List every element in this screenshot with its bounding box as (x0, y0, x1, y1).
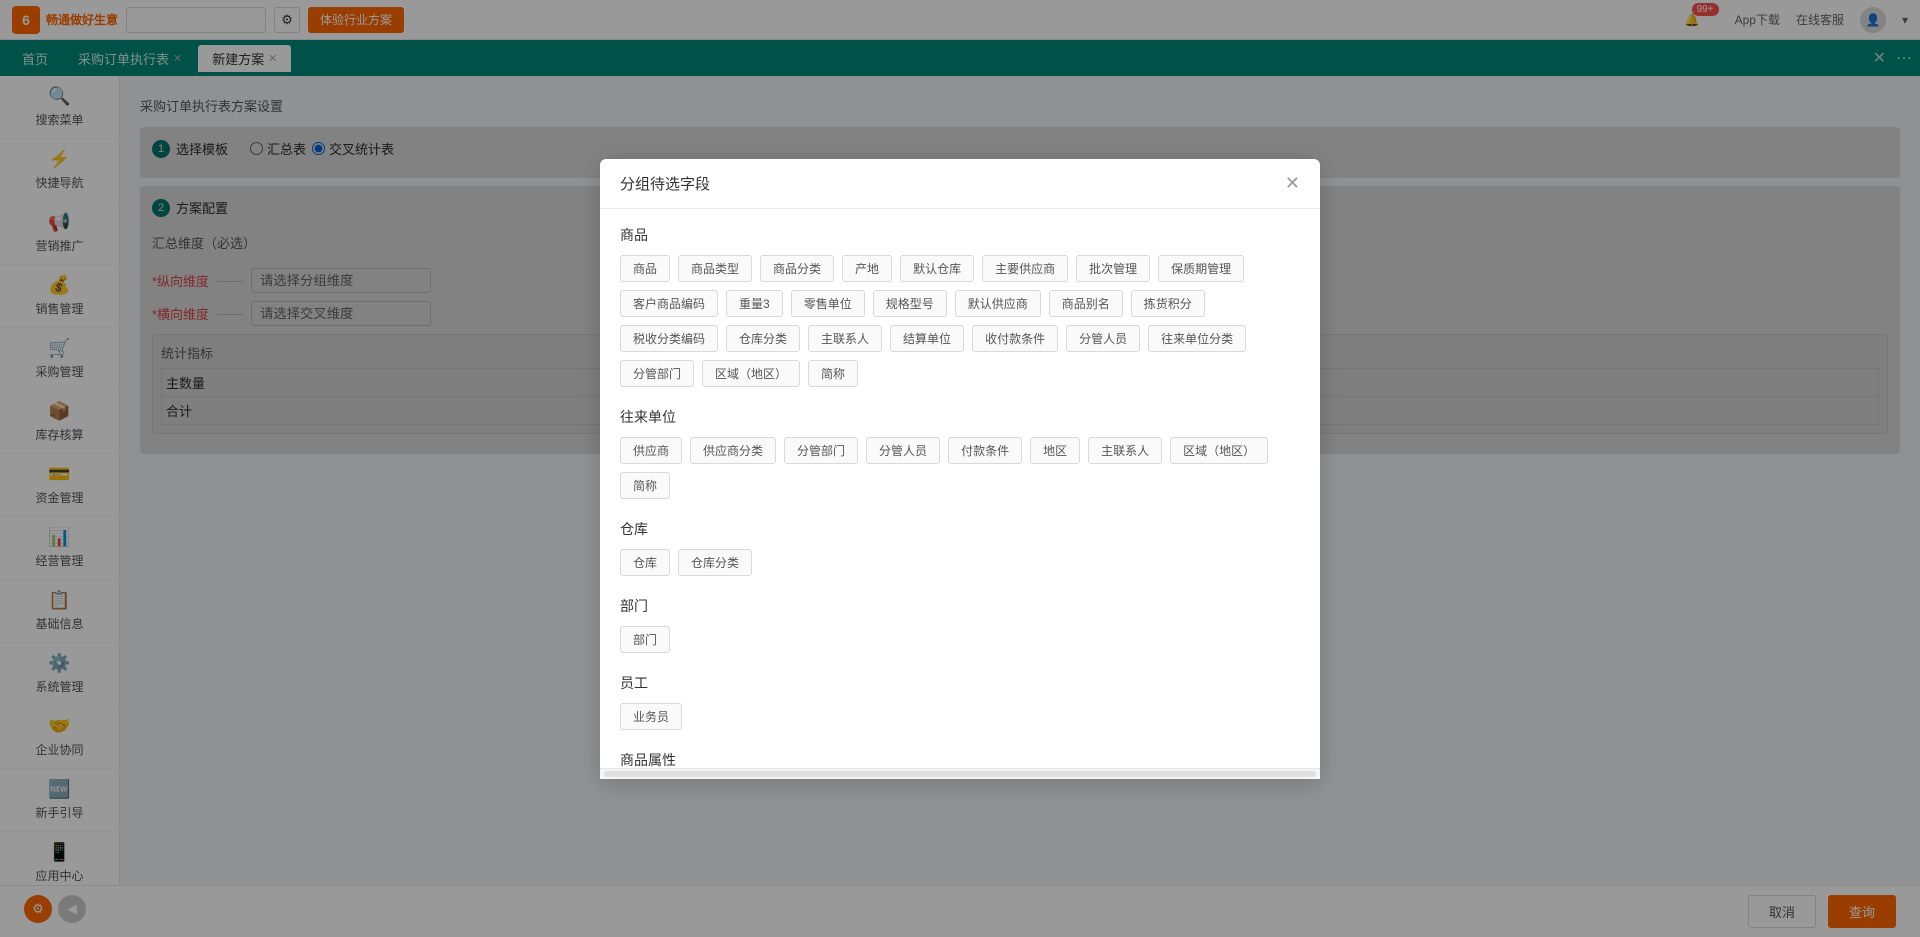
section-counterpart-title: 往来单位 (620, 407, 1300, 427)
chip-abbr2[interactable]: 简称 (620, 472, 670, 499)
field-select-modal: 分组待选字段 ✕ 商品 商品 商品类型 商品分类 产地 默认仓库 主要供应商 (600, 159, 1320, 779)
chip-origin[interactable]: 产地 (842, 255, 892, 282)
chip-default-warehouse[interactable]: 默认仓库 (900, 255, 974, 282)
chip-customer-sku[interactable]: 客户商品编码 (620, 290, 718, 317)
product-chips: 商品 商品类型 商品分类 产地 默认仓库 主要供应商 批次管理 保质期管理 客户… (620, 255, 1300, 387)
chip-salesperson[interactable]: 业务员 (620, 703, 682, 730)
chip-batch-mgmt[interactable]: 批次管理 (1076, 255, 1150, 282)
counterpart-chips: 供应商 供应商分类 分管部门 分管人员 付款条件 地区 主联系人 区域（地区） … (620, 437, 1300, 499)
employee-chips: 业务员 (620, 703, 1300, 730)
chip-abbr[interactable]: 简称 (808, 360, 858, 387)
chip-warehouse-cat[interactable]: 仓库分类 (678, 549, 752, 576)
chip-default-supplier[interactable]: 默认供应商 (955, 290, 1041, 317)
chip-shelf-life[interactable]: 保质期管理 (1158, 255, 1244, 282)
chip-dept[interactable]: 分管部门 (620, 360, 694, 387)
modal-title: 分组待选字段 (620, 173, 710, 194)
section-product-title: 商品 (620, 225, 1300, 245)
section-department-title: 部门 (620, 596, 1300, 616)
chip-product-alias[interactable]: 商品别名 (1049, 290, 1123, 317)
chip-settlement-unit[interactable]: 结算单位 (890, 325, 964, 352)
chip-supervisor[interactable]: 分管人员 (1066, 325, 1140, 352)
chip-region[interactable]: 区域（地区） (702, 360, 800, 387)
modal-scrollbar[interactable] (600, 768, 1320, 778)
chip-manage-person[interactable]: 分管人员 (866, 437, 940, 464)
modal-header: 分组待选字段 ✕ (600, 159, 1320, 209)
chip-product-category[interactable]: 商品分类 (760, 255, 834, 282)
section-product-attr-title: 商品属性 (620, 750, 1300, 769)
chip-product[interactable]: 商品 (620, 255, 670, 282)
chip-tax-code[interactable]: 税收分类编码 (620, 325, 718, 352)
chip-manage-dept[interactable]: 分管部门 (784, 437, 858, 464)
chip-weight[interactable]: 重量3 (726, 290, 783, 317)
department-chips: 部门 (620, 626, 1300, 653)
layout: 🔍 搜索菜单 ⚡ 快捷导航 📢 营销推广 💰 销售管理 🛒 采购管理 📦 库存核… (0, 76, 1920, 937)
section-employee-title: 员工 (620, 673, 1300, 693)
section-product-attr: 商品属性 属性 颜色 多规格 尺码 鞋码 1 (620, 750, 1300, 769)
chip-supplier[interactable]: 供应商 (620, 437, 682, 464)
chip-retail-unit[interactable]: 零售单位 (791, 290, 865, 317)
main-content: 采购订单执行表方案设置 1 选择模板 汇总表 交叉统计表 2 方案配置 (120, 76, 1920, 937)
section-warehouse: 仓库 仓库 仓库分类 (620, 519, 1300, 576)
warehouse-chips: 仓库 仓库分类 (620, 549, 1300, 576)
chip-main-contact[interactable]: 主联系人 (808, 325, 882, 352)
chip-pick-points[interactable]: 拣货积分 (1131, 290, 1205, 317)
chip-region2[interactable]: 区域（地区） (1170, 437, 1268, 464)
chip-spec-model[interactable]: 规格型号 (873, 290, 947, 317)
section-product: 商品 商品 商品类型 商品分类 产地 默认仓库 主要供应商 批次管理 保质期管理… (620, 225, 1300, 387)
scrollbar-track (604, 771, 1316, 777)
chip-product-type[interactable]: 商品类型 (678, 255, 752, 282)
section-employee: 员工 业务员 (620, 673, 1300, 730)
chip-warehouse-category[interactable]: 仓库分类 (726, 325, 800, 352)
section-warehouse-title: 仓库 (620, 519, 1300, 539)
chip-main-supplier[interactable]: 主要供应商 (982, 255, 1068, 282)
chip-counterpart-category[interactable]: 往来单位分类 (1148, 325, 1246, 352)
modal-body: 商品 商品 商品类型 商品分类 产地 默认仓库 主要供应商 批次管理 保质期管理… (600, 209, 1320, 769)
section-department: 部门 部门 (620, 596, 1300, 653)
modal-backdrop: 分组待选字段 ✕ 商品 商品 商品类型 商品分类 产地 默认仓库 主要供应商 (120, 76, 1920, 937)
modal-close-button[interactable]: ✕ (1285, 173, 1300, 194)
chip-payment-condition[interactable]: 付款条件 (948, 437, 1022, 464)
chip-department[interactable]: 部门 (620, 626, 670, 653)
chip-main-contact2[interactable]: 主联系人 (1088, 437, 1162, 464)
chip-warehouse[interactable]: 仓库 (620, 549, 670, 576)
section-counterpart: 往来单位 供应商 供应商分类 分管部门 分管人员 付款条件 地区 主联系人 区域… (620, 407, 1300, 499)
chip-supplier-category[interactable]: 供应商分类 (690, 437, 776, 464)
chip-payment-terms[interactable]: 收付款条件 (972, 325, 1058, 352)
chip-area[interactable]: 地区 (1030, 437, 1080, 464)
